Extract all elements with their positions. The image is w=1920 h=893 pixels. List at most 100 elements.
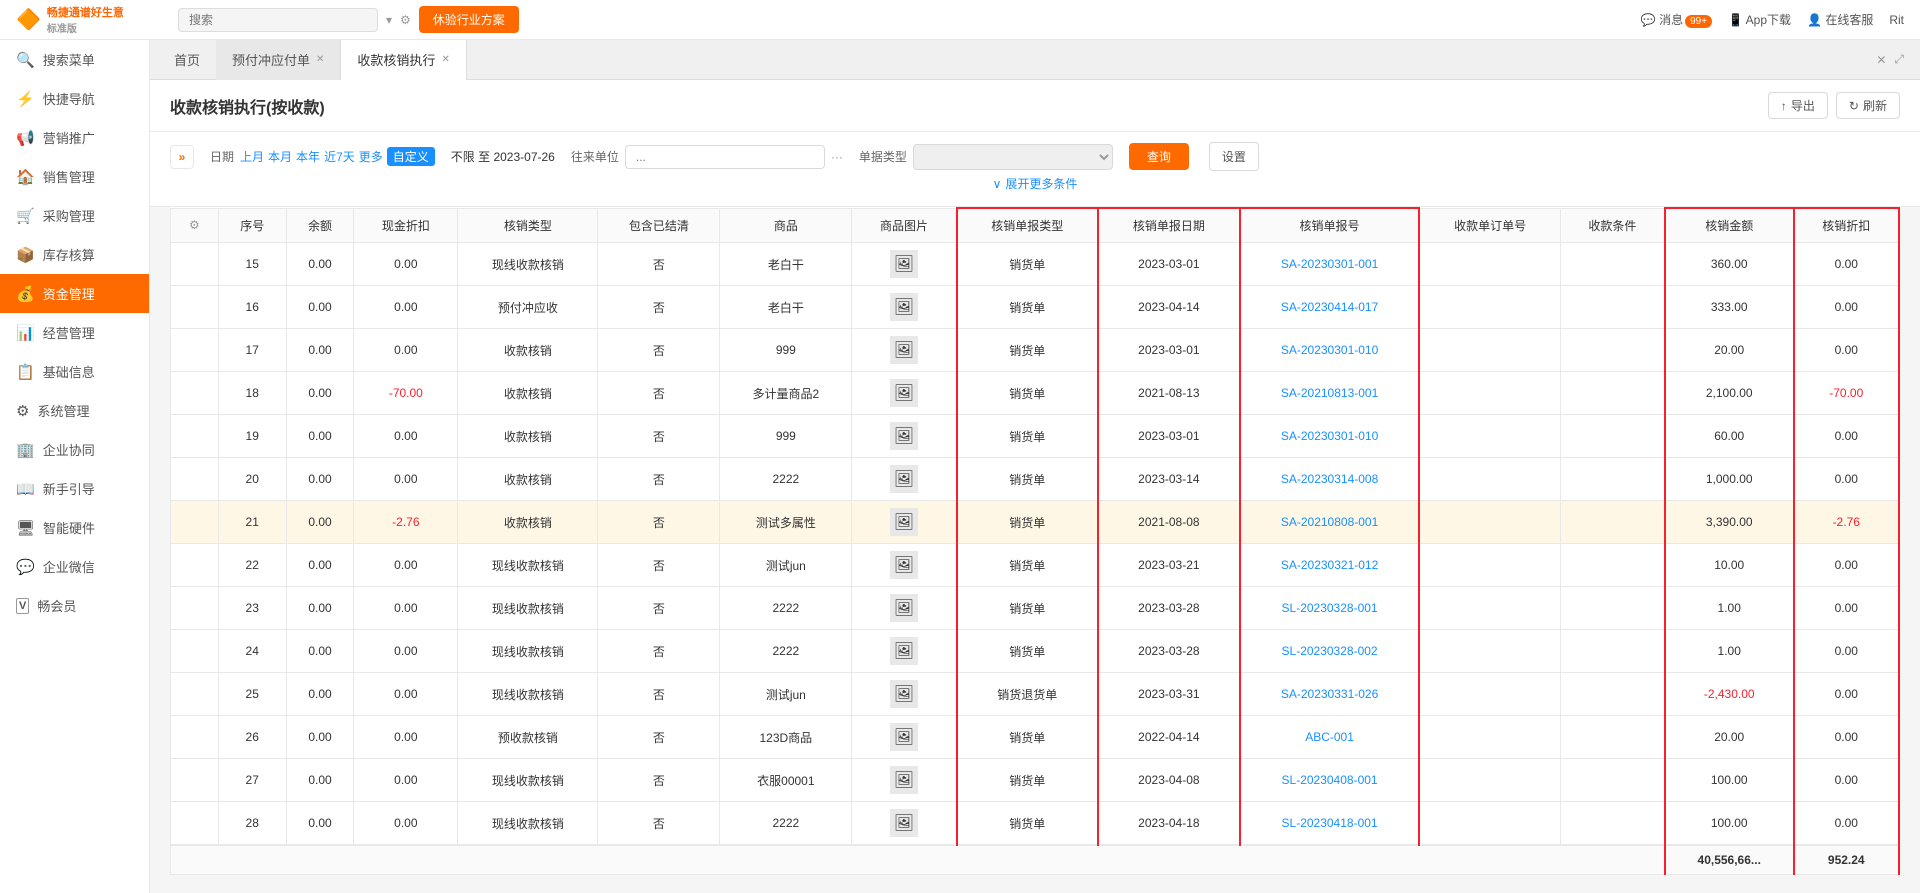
cell-goods: 测试多属性 [720,501,852,544]
date-custom-btn[interactable]: 自定义 [387,147,435,166]
cell-include-settled: 否 [598,329,720,372]
settings-icon[interactable]: ⚙ [400,13,411,27]
cell-bill-report-date: 2023-03-14 [1098,458,1240,501]
sidebar-item-finance[interactable]: 💰 资金管理 [0,274,149,313]
bill-report-no-link[interactable]: SA-20230414-017 [1281,300,1378,314]
sidebar-item-marketing[interactable]: 📢 营销推广 [0,118,149,157]
cell-seq: 15 [218,243,286,286]
app-download[interactable]: 📱 App下载 [1728,11,1791,28]
tab-home[interactable]: 首页 [158,40,216,80]
purchase-icon: 🛒 [16,207,35,225]
page-header: 收款核销执行(按收款) ↑ 导出 ↻ 刷新 [150,80,1920,132]
date-this-month[interactable]: 本月 [268,148,292,165]
dropdown-icon[interactable]: ▾ [386,13,392,27]
cell-receipt-order-no [1419,673,1560,716]
sidebar-label-system: 系统管理 [37,401,89,420]
tab-prepay-close[interactable]: ✕ [316,54,324,65]
col-bill-report-no: 核销单报号 [1240,208,1420,243]
query-button[interactable]: 查询 [1129,143,1189,170]
cell-bill-report-date: 2023-03-28 [1098,587,1240,630]
cell-goods-image: 🖼 [852,630,957,673]
search-input[interactable] [178,8,378,32]
cell-gear [171,415,219,458]
bill-report-no-link[interactable]: SA-20210808-001 [1281,515,1378,529]
cell-cash-discount: 0.00 [354,673,458,716]
cell-receipt-order-no [1419,716,1560,759]
bill-report-no-link[interactable]: SA-20230301-001 [1281,257,1378,271]
filter-row: » 日期 上月 本月 本年 近7天 更多 自定义 不限 至 202 [170,142,1900,171]
sidebar-item-basic[interactable]: 📋 基础信息 [0,352,149,391]
sidebar-item-hardware[interactable]: 🖥 智能硬件 [0,508,149,547]
cell-cancel-amount: 1.00 [1665,587,1794,630]
date-more[interactable]: 更多 [359,148,383,165]
sidebar-item-guide[interactable]: 📖 新手引导 [0,469,149,508]
bill-report-no-link[interactable]: SA-20210813-001 [1281,386,1378,400]
sidebar-item-search[interactable]: 🔍 搜索菜单 [0,40,149,79]
message-label[interactable]: 💬 消息99+ [1641,11,1712,28]
date-7days[interactable]: 近7天 [324,148,355,165]
filter-toggle[interactable]: » [170,145,194,169]
online-service[interactable]: 👤 在线客服 [1807,11,1873,28]
cell-bill-report-no: SA-20210813-001 [1240,372,1420,415]
cell-receipt-order-no [1419,501,1560,544]
sidebar-item-inventory[interactable]: 📦 库存核算 [0,235,149,274]
bill-report-no-link[interactable]: SL-20230328-002 [1282,644,1378,658]
bill-report-no-link[interactable]: ABC-001 [1305,730,1354,744]
user-name[interactable]: Rit [1889,13,1904,27]
partner-input[interactable] [625,145,825,169]
setting-button[interactable]: 设置 [1209,142,1259,171]
bill-type-select[interactable] [913,144,1113,170]
tab-receipt-close[interactable]: ✕ [441,54,449,65]
industry-button[interactable]: 休验行业方案 [419,6,519,33]
cell-gear [171,243,219,286]
gear-icon[interactable]: ⚙ [189,218,200,232]
brand-icon: 🔶 [16,7,41,32]
cell-bill-report-no: SA-20230331-026 [1240,673,1420,716]
cell-cancel-amount: 100.00 [1665,759,1794,802]
bill-report-no-link[interactable]: SL-20230418-001 [1282,816,1378,830]
sidebar-item-member[interactable]: V 畅会员 [0,586,149,625]
tab-receipt[interactable]: 收款核销执行 ✕ [341,40,466,80]
cell-cancel-discount: 0.00 [1794,243,1900,286]
sidebar-item-operations[interactable]: 📊 经营管理 [0,313,149,352]
bill-report-no-link[interactable]: SL-20230408-001 [1282,773,1378,787]
sidebar-item-quick[interactable]: ⚡ 快捷导航 [0,79,149,118]
cell-gear [171,716,219,759]
refresh-button[interactable]: ↻ 刷新 [1836,92,1900,119]
cell-balance: 0.00 [286,286,354,329]
date-this-year[interactable]: 本年 [296,148,320,165]
tab-receipt-label: 收款核销执行 [357,50,435,69]
bill-report-no-link[interactable]: SL-20230328-001 [1282,601,1378,615]
sidebar-item-wechat[interactable]: 💬 企业微信 [0,547,149,586]
cell-goods-image: 🖼 [852,243,957,286]
cell-cancel-type: 收款核销 [458,458,598,501]
bill-report-no-link[interactable]: SA-20230301-010 [1281,429,1378,443]
sidebar-label-guide: 新手引导 [43,479,95,498]
tab-prepay[interactable]: 预付冲应付单 ✕ [216,40,341,80]
cell-bill-report-type: 销货单 [957,415,1099,458]
cell-bill-report-no: SA-20230314-008 [1240,458,1420,501]
cell-receipt-condition [1560,673,1665,716]
col-balance: 余额 [286,208,354,243]
bill-report-no-link[interactable]: SA-20230321-012 [1281,558,1378,572]
table-row: 20 0.00 0.00 收款核销 否 2222 🖼 销货单 2023-03-1… [171,458,1900,501]
cell-receipt-order-no [1419,458,1560,501]
export-button[interactable]: ↑ 导出 [1768,92,1828,119]
partner-more-icon[interactable]: ··· [831,150,843,164]
date-prev-month[interactable]: 上月 [240,148,264,165]
expand-button[interactable]: ∨ 展开更多条件 [993,175,1078,192]
close-window-icon[interactable]: ✕ [1876,53,1886,67]
cell-goods: 2222 [720,802,852,846]
cell-goods-image: 🖼 [852,759,957,802]
cell-receipt-condition [1560,286,1665,329]
bill-report-no-link[interactable]: SA-20230314-008 [1281,472,1378,486]
bill-report-no-link[interactable]: SA-20230301-010 [1281,343,1378,357]
maximize-icon[interactable]: ⤢ [1894,52,1904,67]
sidebar-item-company[interactable]: 🏢 企业协同 [0,430,149,469]
sidebar-item-purchase[interactable]: 🛒 采购管理 [0,196,149,235]
cell-cancel-amount: 1.00 [1665,630,1794,673]
bill-report-no-link[interactable]: SA-20230331-026 [1281,687,1378,701]
sidebar-item-sales[interactable]: 🏠 销售管理 [0,157,149,196]
cell-cancel-discount: 0.00 [1794,759,1900,802]
sidebar-item-system[interactable]: ⚙ 系统管理 [0,391,149,430]
